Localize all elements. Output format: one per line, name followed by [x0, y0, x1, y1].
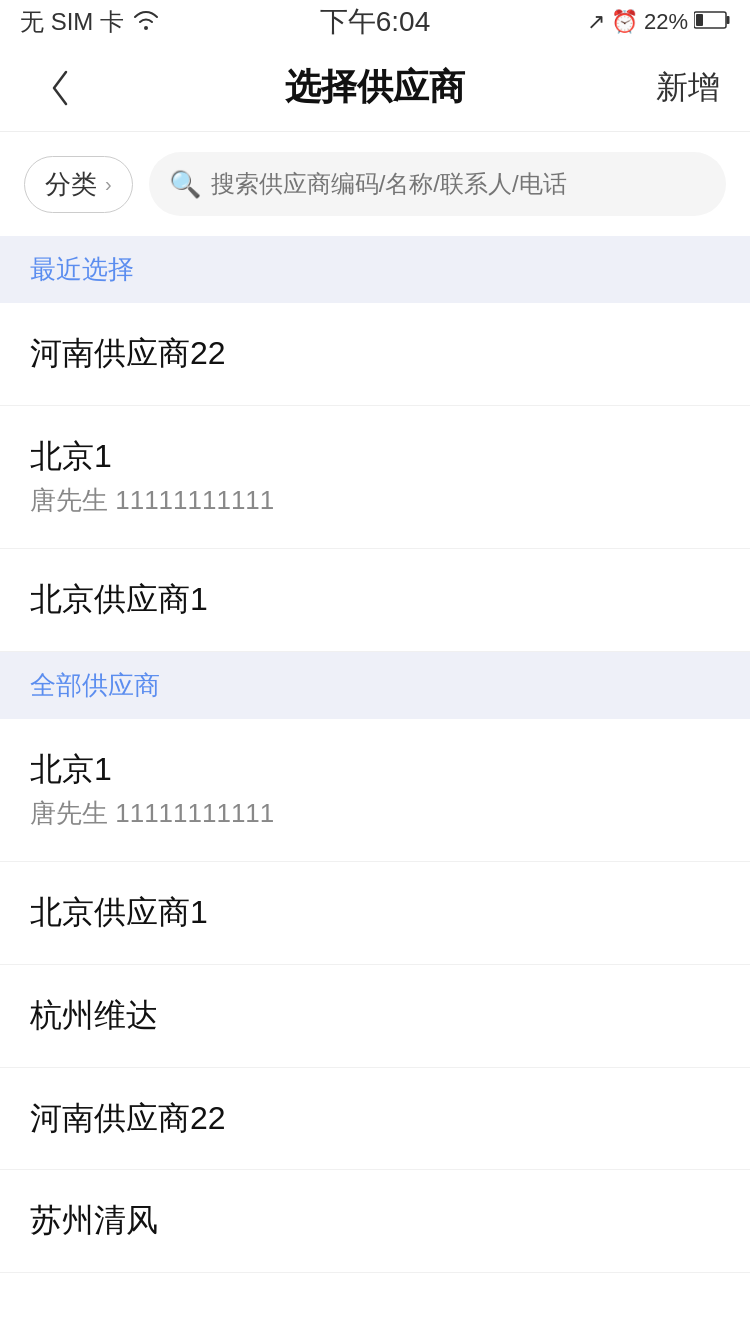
list-item[interactable]: 北京1 唐先生 11111111111 [0, 719, 750, 863]
svg-rect-2 [696, 14, 703, 26]
search-input-wrap: 🔍 [149, 152, 726, 216]
item-name: 北京供应商1 [30, 579, 720, 621]
recent-section-label: 最近选择 [30, 254, 134, 284]
list-item[interactable]: 苏州清风 [0, 1170, 750, 1273]
search-bar: 分类 › 🔍 [0, 132, 750, 236]
wifi-icon [132, 8, 160, 36]
list-item[interactable]: 北京供应商1 [0, 862, 750, 965]
back-button[interactable] [30, 58, 90, 118]
search-icon: 🔍 [169, 169, 201, 200]
list-item[interactable]: 北京供应商1 [0, 549, 750, 652]
page-title: 选择供应商 [285, 63, 465, 112]
svg-rect-1 [727, 16, 730, 24]
list-item[interactable]: 河南供应商22 [0, 1068, 750, 1171]
all-section-label: 全部供应商 [30, 670, 160, 700]
category-label: 分类 [45, 167, 97, 202]
item-name: 杭州维达 [30, 995, 720, 1037]
category-button[interactable]: 分类 › [24, 156, 133, 213]
status-time: 下午6:04 [320, 3, 431, 41]
item-name: 北京1 [30, 436, 720, 478]
status-right: ↗ ⏰ 22% [587, 9, 730, 35]
location-icon: ↗ [587, 9, 605, 35]
status-left: 无 SIM 卡 [20, 6, 160, 38]
item-sub: 唐先生 11111111111 [30, 796, 720, 831]
battery-text: 22% [644, 9, 688, 35]
list-item[interactable]: 杭州维达 [0, 965, 750, 1068]
sim-text: 无 SIM 卡 [20, 6, 124, 38]
item-sub: 唐先生 11111111111 [30, 483, 720, 518]
recent-list: 河南供应商22 北京1 唐先生 11111111111 北京供应商1 [0, 303, 750, 652]
battery-icon [694, 9, 730, 35]
alarm-icon: ⏰ [611, 9, 638, 35]
item-name: 苏州清风 [30, 1200, 720, 1242]
category-arrow-icon: › [105, 173, 112, 196]
item-name: 河南供应商22 [30, 333, 720, 375]
list-item[interactable]: 河南供应商22 [0, 303, 750, 406]
nav-bar: 选择供应商 新增 [0, 44, 750, 132]
all-section-header: 全部供应商 [0, 652, 750, 719]
item-name: 北京供应商1 [30, 892, 720, 934]
list-item[interactable]: 北京1 唐先生 11111111111 [0, 406, 750, 550]
recent-section-header: 最近选择 [0, 236, 750, 303]
add-button[interactable]: 新增 [656, 66, 720, 110]
item-name: 北京1 [30, 749, 720, 791]
all-list: 北京1 唐先生 11111111111 北京供应商1 杭州维达河南供应商22 苏州清风 [0, 719, 750, 1273]
status-bar: 无 SIM 卡 下午6:04 ↗ ⏰ 22% [0, 0, 750, 44]
item-name: 河南供应商22 [30, 1098, 720, 1140]
search-input[interactable] [211, 170, 706, 198]
